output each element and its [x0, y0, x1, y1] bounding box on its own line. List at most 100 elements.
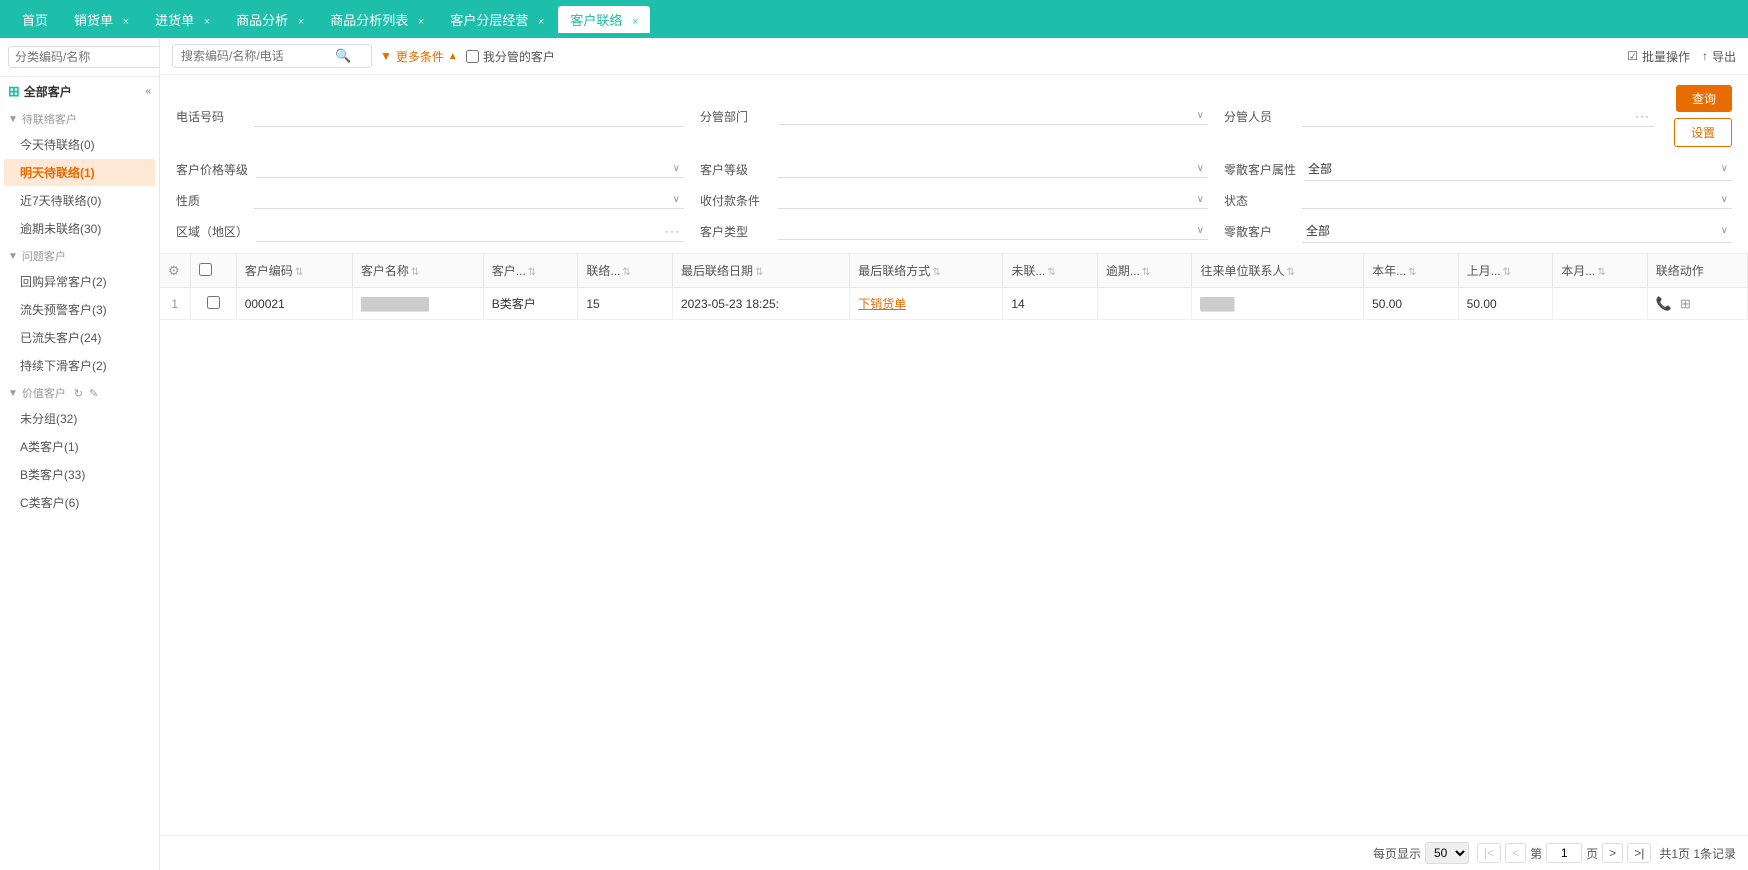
sort-not-contacted-icon[interactable]: ⇅ [1047, 267, 1055, 278]
col-overdue-header[interactable]: 逾期...⇅ [1097, 254, 1192, 288]
sort-last-month-icon[interactable]: ⇅ [1503, 267, 1511, 278]
value-level-select[interactable]: ∨ [256, 160, 684, 178]
my-customers-checkbox[interactable] [466, 50, 479, 63]
close-customer-segment-tab-icon[interactable]: × [538, 16, 544, 28]
col-last-date-header[interactable]: 最后联络日期⇅ [672, 254, 849, 288]
sidebar-item-class-c[interactable]: C类客户(6) [4, 489, 155, 516]
sort-contact-count-icon[interactable]: ⇅ [622, 267, 630, 278]
gender-label: 性质 [176, 192, 246, 209]
sidebar-search-input[interactable] [8, 46, 160, 68]
edit-icon[interactable]: ✎ [89, 387, 98, 400]
close-sales-tab-icon[interactable]: × [123, 16, 129, 28]
toolbar-search-input[interactable] [181, 49, 331, 63]
col-checkbox[interactable] [190, 254, 236, 288]
sidebar-all-customers[interactable]: ⊞ 全部客户 « [0, 77, 159, 106]
sidebar-item-class-a[interactable]: A类客户(1) [4, 433, 155, 460]
manager-select-dots-icon: ··· [1635, 109, 1650, 123]
export-button[interactable]: ↑ 导出 [1702, 48, 1736, 65]
sidebar-item-repurchase[interactable]: 回购异常客户(2) [4, 268, 155, 295]
sort-company-contact-icon[interactable]: ⇅ [1286, 267, 1294, 278]
collapse-sidebar-icon[interactable]: « [145, 86, 151, 97]
col-contact-count-header[interactable]: 联络...⇅ [578, 254, 673, 288]
phone-input[interactable] [254, 106, 684, 127]
nav-tab-purchase[interactable]: 进货单 × [143, 6, 222, 33]
col-this-month-header[interactable]: 本月...⇅ [1553, 254, 1648, 288]
nav-tab-customer-segment[interactable]: 客户分层经营 × [438, 6, 556, 33]
row-last-method[interactable]: 下销货单 [850, 288, 1003, 320]
row-checkbox[interactable] [207, 296, 220, 309]
sort-last-method-icon[interactable]: ⇅ [932, 267, 940, 278]
sidebar-item-overdue[interactable]: 逾期未联络(30) [4, 215, 155, 242]
reset-button[interactable]: 设置 [1674, 118, 1732, 147]
sort-this-month-icon[interactable]: ⇅ [1597, 267, 1605, 278]
sidebar-group-problem[interactable]: ▼ 问题客户 [0, 243, 159, 267]
nav-home[interactable]: 首页 [10, 6, 60, 33]
batch-operation-button[interactable]: ☑ 批量操作 [1627, 48, 1690, 65]
nav-tab-analysis[interactable]: 商品分析 × [224, 6, 316, 33]
col-type-header[interactable]: 客户...⇅ [483, 254, 578, 288]
grid-action-icon[interactable]: ⊞ [1680, 296, 1691, 312]
col-last-month-header[interactable]: 上月...⇅ [1458, 254, 1553, 288]
col-not-contacted-header[interactable]: 未联...⇅ [1003, 254, 1098, 288]
sort-name-icon[interactable]: ⇅ [411, 267, 419, 278]
col-code-header[interactable]: 客户编码⇅ [236, 254, 352, 288]
region-select[interactable]: ··· [256, 221, 684, 242]
close-purchase-tab-icon[interactable]: × [204, 16, 210, 28]
last-method-link[interactable]: 下销货单 [858, 297, 906, 311]
sort-this-year-icon[interactable]: ⇅ [1408, 267, 1416, 278]
sort-code-icon[interactable]: ⇅ [295, 267, 303, 278]
col-name-header[interactable]: 客户名称⇅ [352, 254, 483, 288]
prev-page-button[interactable]: < [1505, 843, 1526, 863]
query-button[interactable]: 查询 [1676, 85, 1732, 112]
sidebar-item-ungrouped[interactable]: 未分组(32) [4, 405, 155, 432]
dept-select[interactable]: ∨ [778, 107, 1208, 125]
sort-last-date-icon[interactable]: ⇅ [755, 267, 763, 278]
sidebar-item-churn-warning[interactable]: 流失预警客户(3) [4, 296, 155, 323]
toolbar-search-icon[interactable]: 🔍 [335, 48, 351, 64]
toolbar: 🔍 ▼ 更多条件 ▲ 我分管的客户 ☑ 批量操作 ↑ 导出 [160, 38, 1748, 75]
nav-tab-customer-contact[interactable]: 客户联络 × [558, 6, 650, 33]
more-filters-button[interactable]: ▼ 更多条件 ▲ [380, 48, 458, 65]
page-number-input[interactable] [1546, 843, 1582, 863]
row-checkbox-cell[interactable] [190, 288, 236, 320]
retail-attr-select[interactable]: 全部 ∨ [1304, 157, 1732, 181]
filter-status-row: 状态 ∨ [1224, 191, 1732, 209]
sidebar-item-class-b[interactable]: B类客户(33) [4, 461, 155, 488]
retail-customer-select[interactable]: 全部 ∨ [1302, 219, 1732, 243]
nav-tab-sales[interactable]: 销货单 × [62, 6, 141, 33]
sidebar-group-value[interactable]: ▼ 价值客户 ↻ ✎ [0, 380, 159, 404]
next-page-button[interactable]: > [1602, 843, 1623, 863]
last-page-button[interactable]: >| [1627, 843, 1651, 863]
customer-level-select[interactable]: ∨ [778, 160, 1208, 178]
select-all-checkbox[interactable] [199, 263, 212, 276]
status-select[interactable]: ∨ [1302, 191, 1732, 209]
my-customers-checkbox-label[interactable]: 我分管的客户 [466, 48, 555, 65]
customer-type-select[interactable]: ∨ [778, 222, 1208, 240]
sidebar-group-pending[interactable]: ▼ 待联络客户 [0, 106, 159, 130]
col-company-contact-header[interactable]: 往来单位联系人⇅ [1192, 254, 1364, 288]
gender-select[interactable]: ∨ [254, 191, 684, 209]
first-page-button[interactable]: |< [1477, 843, 1501, 863]
sidebar-item-tomorrow[interactable]: 明天待联络(1) [4, 159, 155, 186]
col-settings[interactable]: ⚙ [160, 254, 190, 288]
sort-type-icon[interactable]: ⇅ [528, 267, 536, 278]
sort-overdue-icon[interactable]: ⇅ [1142, 267, 1150, 278]
sidebar-item-declining[interactable]: 持续下滑客户(2) [4, 352, 155, 379]
sidebar-item-churned[interactable]: 已流失客户(24) [4, 324, 155, 351]
footer-page-size: 每页显示 50 [1373, 842, 1469, 864]
close-analysis-tab-icon[interactable]: × [298, 16, 304, 28]
close-analysis-list-tab-icon[interactable]: × [418, 16, 424, 28]
close-customer-contact-tab-icon[interactable]: × [632, 16, 638, 28]
sidebar-item-7days[interactable]: 近7天待联络(0) [4, 187, 155, 214]
row-not-contacted: 14 [1003, 288, 1098, 320]
phone-action-icon[interactable]: 📞 [1656, 296, 1672, 312]
col-last-method-header[interactable]: 最后联络方式⇅ [850, 254, 1003, 288]
payment-select[interactable]: ∨ [778, 191, 1208, 209]
refresh-icon[interactable]: ↻ [74, 387, 83, 400]
settings-icon[interactable]: ⚙ [168, 263, 180, 278]
nav-tab-analysis-list[interactable]: 商品分析列表 × [318, 6, 436, 33]
sidebar-item-today[interactable]: 今天待联络(0) [4, 131, 155, 158]
manager-select[interactable]: ··· [1302, 106, 1654, 127]
page-size-select[interactable]: 50 [1425, 842, 1469, 864]
col-this-year-header[interactable]: 本年...⇅ [1364, 254, 1459, 288]
